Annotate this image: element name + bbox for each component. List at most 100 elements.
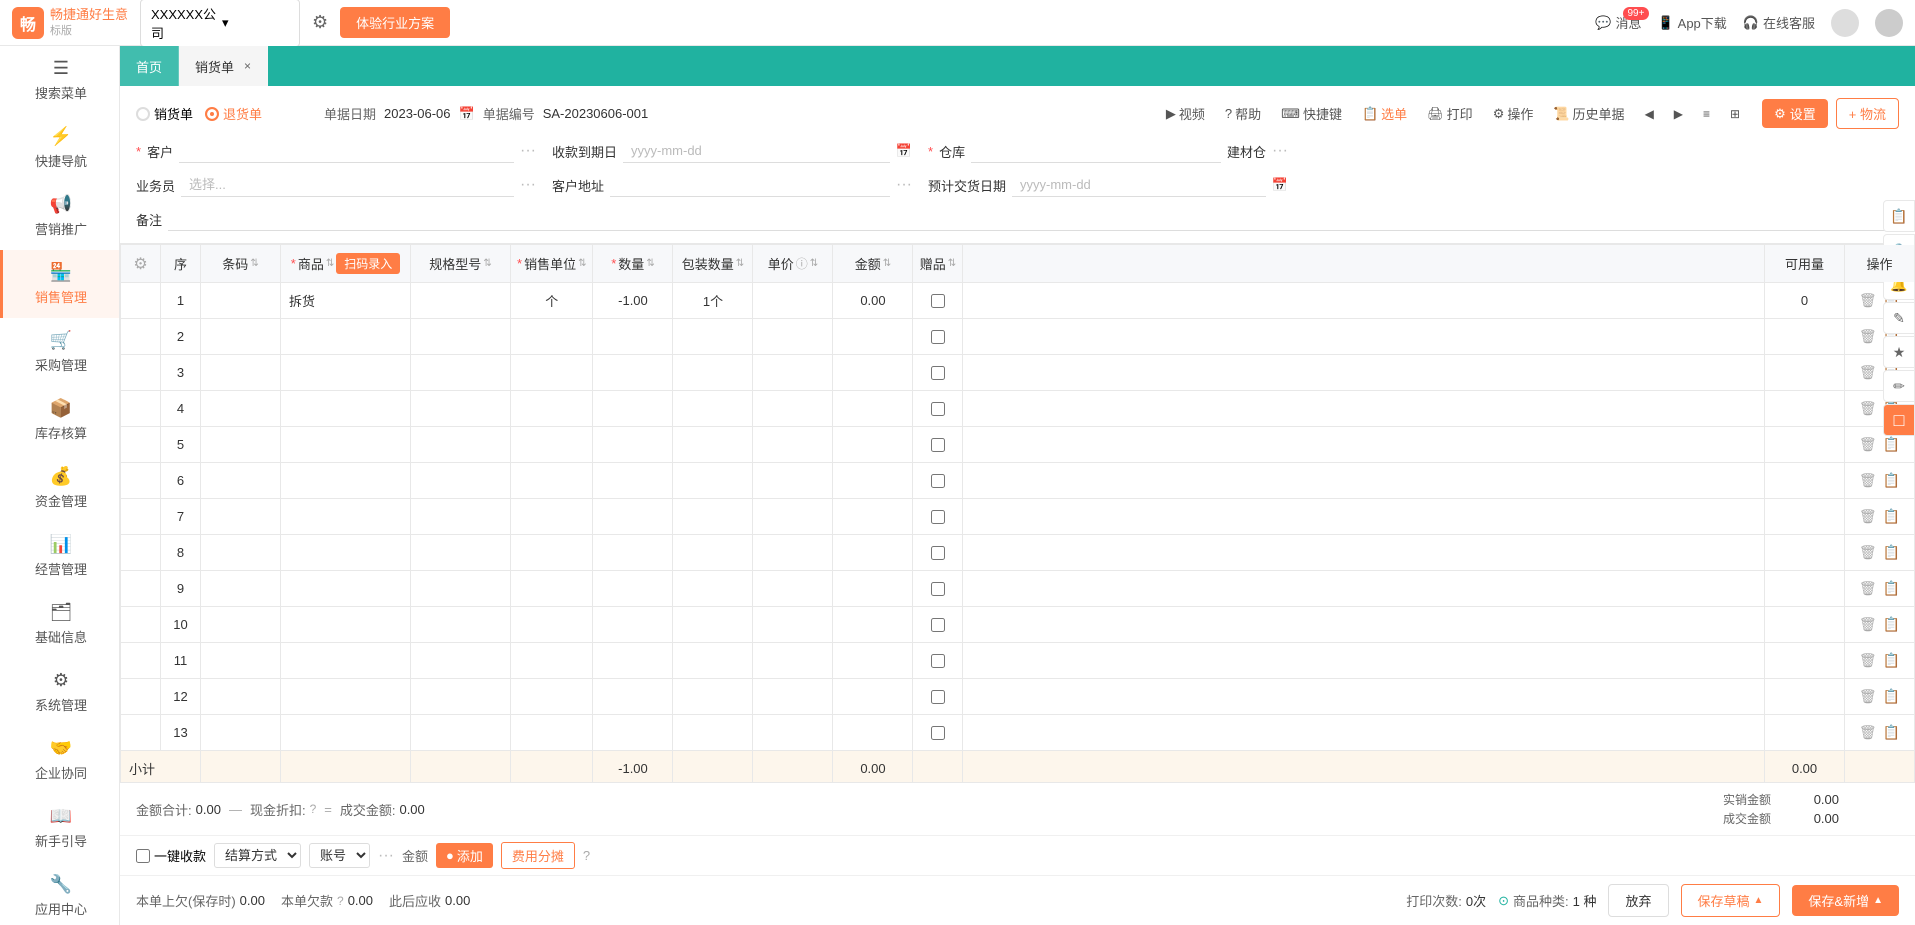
spec-sort-icon[interactable]: ⇅ (483, 258, 491, 269)
video-btn[interactable]: ▶ 视频 (1160, 101, 1211, 126)
row-barcode-9[interactable] (201, 607, 281, 643)
row-barcode-0[interactable] (201, 283, 281, 319)
row-barcode-8[interactable] (201, 571, 281, 607)
customer-address-input[interactable] (610, 173, 890, 197)
warehouse-input[interactable] (971, 139, 1221, 163)
owing-info-icon[interactable]: ? (337, 894, 344, 908)
sidebar-item-operations[interactable]: 📊 经营管理 (0, 522, 119, 590)
logistics-button[interactable]: + 物流 (1836, 98, 1899, 129)
delete-row-icon-12[interactable]: 🗑 (1859, 724, 1877, 741)
copy-row-icon-11[interactable]: 📋 (1883, 688, 1900, 705)
copy-row-icon-8[interactable]: 📋 (1883, 580, 1900, 597)
delivery-calendar-icon[interactable]: 📅 (1272, 177, 1288, 193)
row-gift-7[interactable] (913, 535, 963, 571)
sidebar-item-system[interactable]: ⚙ 系统管理 (0, 658, 119, 726)
delivery-date-input[interactable] (1012, 173, 1266, 197)
save-draft-button[interactable]: 保存草稿 ▲ (1681, 884, 1781, 917)
delete-row-icon-1[interactable]: 🗑 (1859, 328, 1877, 345)
radio-return[interactable]: 退货单 (205, 104, 262, 123)
history-btn[interactable]: 📜 历史单据 (1547, 101, 1630, 126)
one-click-checkbox[interactable] (136, 849, 150, 863)
payment-due-calendar-icon[interactable]: 📅 (896, 143, 912, 159)
tab-close-icon[interactable]: × (244, 59, 251, 73)
row-barcode-2[interactable] (201, 355, 281, 391)
radio-sales[interactable]: 销货单 (136, 104, 193, 123)
customer-more-icon[interactable]: ··· (520, 142, 536, 160)
float-edit-icon[interactable]: ✎ (1883, 302, 1915, 334)
discount-info-icon[interactable]: ? (310, 802, 317, 816)
pkg-sort-icon[interactable]: ⇅ (736, 258, 744, 269)
delete-row-icon-11[interactable]: 🗑 (1859, 688, 1877, 705)
delete-row-icon-6[interactable]: 🗑 (1859, 508, 1877, 525)
delete-row-icon-10[interactable]: 🗑 (1859, 652, 1877, 669)
float-pencil-icon[interactable]: ✏ (1883, 370, 1915, 402)
copy-row-icon-7[interactable]: 📋 (1883, 544, 1900, 561)
sidebar-item-purchase[interactable]: 🛒 采购管理 (0, 318, 119, 386)
copy-row-icon-6[interactable]: 📋 (1883, 508, 1900, 525)
copy-row-icon-5[interactable]: 📋 (1883, 472, 1900, 489)
operate-btn[interactable]: ⚙ 操作 (1487, 101, 1540, 126)
experience-button[interactable]: 体验行业方案 (340, 7, 450, 38)
delete-row-icon-9[interactable]: 🗑 (1859, 616, 1877, 633)
print-btn[interactable]: 🖨 打印 (1421, 101, 1479, 126)
copy-row-icon-12[interactable]: 📋 (1883, 724, 1900, 741)
table-gear-icon[interactable]: ⚙ (133, 256, 147, 273)
row-gift-2[interactable] (913, 355, 963, 391)
setup-button[interactable]: ⚙ ⚙ 设置 设置 (1762, 99, 1828, 128)
sidebar-item-sales[interactable]: 🏪 销售管理 (0, 250, 119, 318)
delete-row-icon-3[interactable]: 🗑 (1859, 400, 1877, 417)
calc-method-select[interactable]: 结算方式 (214, 843, 301, 868)
delete-row-icon-7[interactable]: 🗑 (1859, 544, 1877, 561)
customer-input[interactable] (179, 139, 514, 163)
qty-sort-icon[interactable]: ⇅ (646, 258, 654, 269)
save-new-button[interactable]: 保存&新增 ▲ (1792, 885, 1899, 916)
salesperson-more-icon[interactable]: ··· (520, 176, 536, 194)
row-barcode-11[interactable] (201, 679, 281, 715)
tab-home[interactable]: 首页 (120, 46, 179, 86)
row-barcode-5[interactable] (201, 463, 281, 499)
sidebar-item-marketing[interactable]: 📢 营销推广 (0, 182, 119, 250)
app-download-button[interactable]: 📱 App下载 (1657, 13, 1726, 32)
settings-icon[interactable]: ⚙ (308, 8, 332, 37)
delete-row-icon-8[interactable]: 🗑 (1859, 580, 1877, 597)
avatar[interactable] (1831, 9, 1859, 37)
copy-row-icon-9[interactable]: 📋 (1883, 616, 1900, 633)
row-barcode-3[interactable] (201, 391, 281, 427)
float-active-icon[interactable]: □ (1883, 404, 1915, 436)
sidebar-item-collab[interactable]: 🤝 企业协同 (0, 726, 119, 794)
salesperson-input[interactable] (181, 173, 514, 197)
choose-btn[interactable]: 📋 选单 (1356, 101, 1413, 126)
amount-sort-icon[interactable]: ⇅ (883, 258, 891, 269)
row-gift-9[interactable] (913, 607, 963, 643)
sidebar-item-appstore[interactable]: 🔧 应用中心 (0, 862, 119, 925)
delete-row-icon-5[interactable]: 🗑 (1859, 472, 1877, 489)
float-star-icon[interactable]: ★ (1883, 336, 1915, 368)
row-gift-3[interactable] (913, 391, 963, 427)
sidebar-item-search[interactable]: ☰ 搜索菜单 (0, 46, 119, 114)
payment-due-input[interactable] (623, 139, 890, 163)
sidebar-item-basics[interactable]: 🗂 基础信息 (0, 590, 119, 658)
sidebar-item-quicknav[interactable]: ⚡ 快捷导航 (0, 114, 119, 182)
online-service-button[interactable]: 🎧 在线客服 (1743, 13, 1815, 32)
address-more-icon[interactable]: ··· (896, 176, 912, 194)
calendar-icon[interactable]: 📅 (459, 106, 475, 122)
row-gift-6[interactable] (913, 499, 963, 535)
warehouse-more-icon[interactable]: ··· (1272, 142, 1288, 160)
row-barcode-7[interactable] (201, 535, 281, 571)
product-sort-icon[interactable]: ⇅ (326, 258, 334, 269)
price-info-icon[interactable]: ⓘ (796, 255, 808, 272)
row-gift-1[interactable] (913, 319, 963, 355)
abandon-button[interactable]: 放弃 (1608, 884, 1668, 917)
row-gift-11[interactable] (913, 679, 963, 715)
expense-split-button[interactable]: 费用分摊 (501, 842, 575, 869)
row-gift-4[interactable] (913, 427, 963, 463)
row-barcode-1[interactable] (201, 319, 281, 355)
delete-row-icon-0[interactable]: 🗑 (1859, 292, 1877, 309)
float-copy-icon[interactable]: 📋 (1883, 200, 1915, 232)
nav-next-btn[interactable]: ▶ (1668, 104, 1689, 124)
nav-prev-btn[interactable]: ◀ (1639, 104, 1660, 124)
bank-more-icon[interactable]: ··· (378, 847, 394, 865)
sidebar-item-guide[interactable]: 📖 新手引导 (0, 794, 119, 862)
copy-row-icon-10[interactable]: 📋 (1883, 652, 1900, 669)
help-btn[interactable]: ? 帮助 (1219, 101, 1267, 126)
